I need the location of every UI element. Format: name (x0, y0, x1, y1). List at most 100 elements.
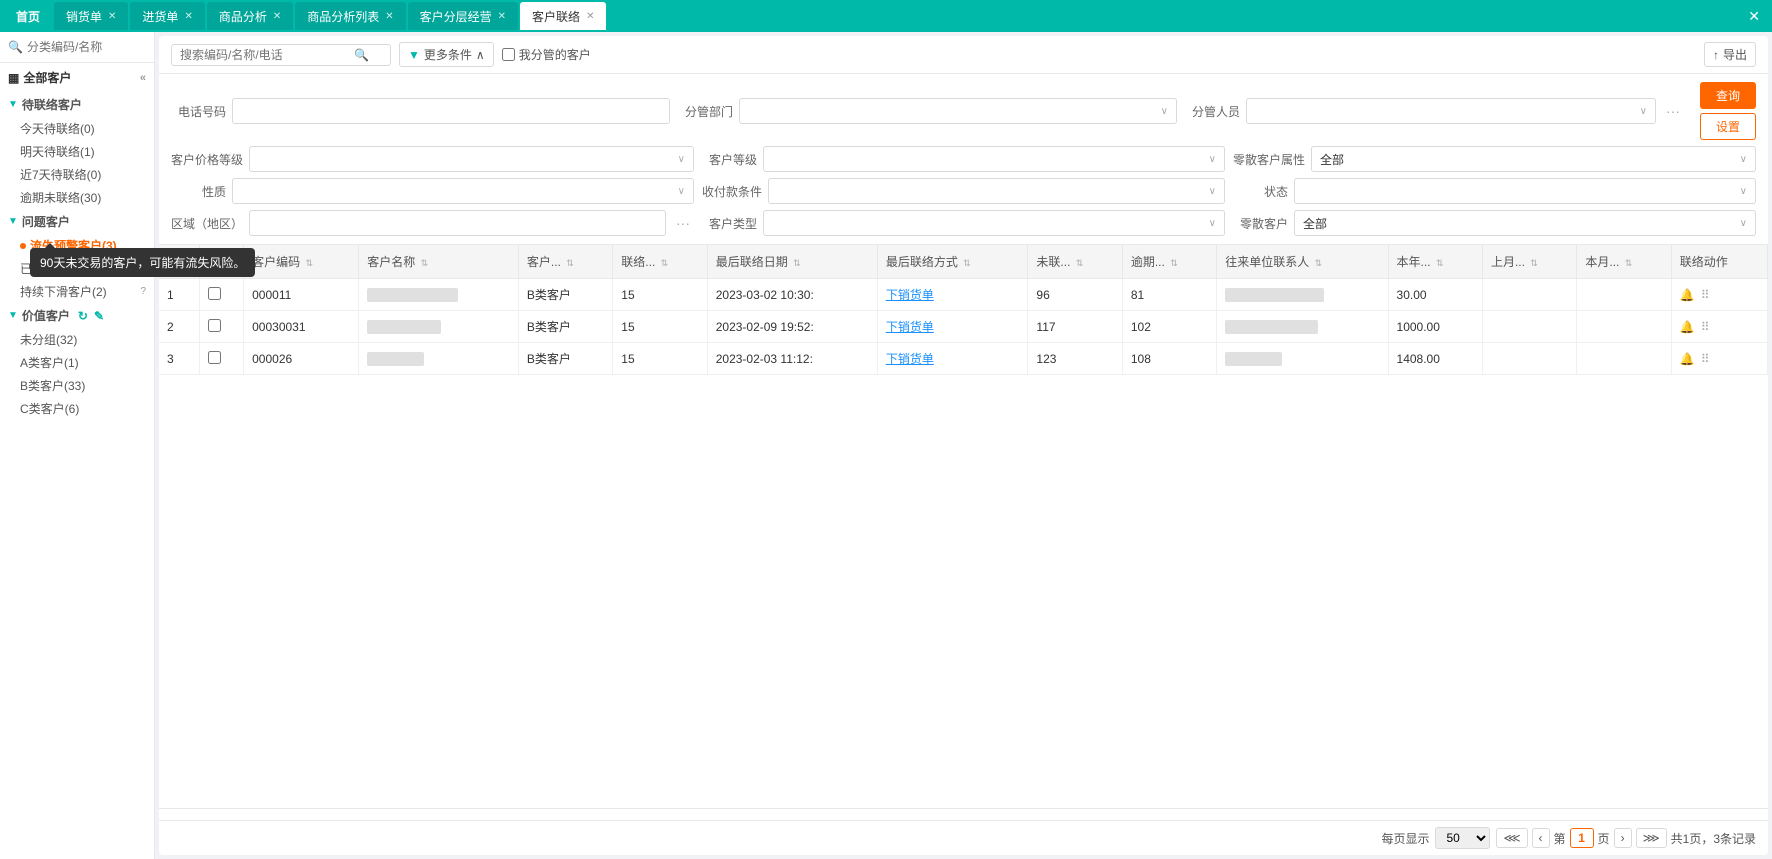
sidebar-section-pending[interactable]: ▼ 待联络客户 (0, 92, 154, 117)
filter-select-dept[interactable]: ∨ (739, 98, 1177, 124)
close-icon[interactable]: ✕ (498, 11, 506, 22)
filter-select-person[interactable]: ∨ (1246, 98, 1656, 124)
edit-icon[interactable]: ✎ (94, 309, 104, 323)
export-button[interactable]: ↑ 导出 (1704, 42, 1756, 67)
filter-select-price-level[interactable]: ∨ (249, 146, 694, 172)
row-no-contact: 123 (1028, 343, 1122, 375)
sidebar-search-input[interactable] (27, 40, 155, 54)
query-button[interactable]: 查询 (1700, 82, 1756, 109)
main-layout: 🔍 ▦ 全部客户 « ▼ 待联络客户 今天待联络(0) 明天待联络(1) 近7天… (0, 32, 1772, 859)
row-last-method[interactable]: 下销货单 (877, 343, 1028, 375)
more-action-icon[interactable]: ⠿ (1701, 288, 1710, 302)
row-action: 🔔 ⠿ (1671, 311, 1767, 343)
filter-select-retail[interactable]: 全部 ∨ (1294, 210, 1756, 236)
filter-select-status[interactable]: ∨ (1294, 178, 1756, 204)
sidebar-item-class-a[interactable]: A类客户(1) (0, 351, 154, 374)
row-name: ██ (359, 343, 519, 375)
close-icon[interactable]: ✕ (586, 11, 594, 22)
last-page-button[interactable]: ⋙ (1636, 828, 1667, 848)
window-close-button[interactable]: ✕ (1740, 8, 1768, 25)
sidebar-item-class-c[interactable]: C类客户(6) (0, 397, 154, 420)
sidebar-item-tomorrow[interactable]: 明天待联络(1) (0, 140, 154, 163)
row-select-checkbox[interactable] (208, 287, 221, 300)
help-icon[interactable]: ? (140, 286, 146, 297)
chevron-up-icon: ∧ (476, 48, 485, 62)
chevron-down-icon: ∨ (1161, 106, 1168, 117)
row-last-method[interactable]: 下销货单 (877, 279, 1028, 311)
filter-select-customer-type[interactable]: ∨ (763, 210, 1225, 236)
collapse-icon[interactable]: « (140, 72, 146, 84)
tab-product-analysis[interactable]: 商品分析 ✕ (207, 2, 293, 30)
th-contact-count[interactable]: 联络... ⇅ (613, 245, 707, 279)
close-icon[interactable]: ✕ (385, 11, 393, 22)
first-page-button[interactable]: ⋘ (1496, 828, 1527, 848)
sidebar-all-customers[interactable]: ▦ 全部客户 « (0, 63, 154, 92)
filter-retail-attr: 零散客户属性 全部 ∨ (1233, 146, 1756, 172)
sidebar-item-class-b[interactable]: B类客户(33) (0, 374, 154, 397)
prev-page-button[interactable]: ‹ (1532, 828, 1550, 848)
th-type[interactable]: 客户... ⇅ (518, 245, 612, 279)
row-last-method[interactable]: 下销货单 (877, 311, 1028, 343)
contact-icon[interactable]: 🔔 (1680, 320, 1695, 334)
row-select-checkbox[interactable] (208, 319, 221, 332)
sidebar-item-declining[interactable]: 持续下滑客户(2) ? (0, 280, 154, 303)
close-icon[interactable]: ✕ (273, 11, 281, 22)
filter-input-phone[interactable] (232, 98, 670, 124)
per-page-select[interactable]: 50 100 (1435, 827, 1490, 849)
row-select-checkbox[interactable] (208, 351, 221, 364)
th-overdue[interactable]: 逾期... ⇅ (1122, 245, 1216, 279)
my-customer-checkbox[interactable] (502, 48, 515, 61)
my-customer-wrap: 我分管的客户 (502, 46, 591, 63)
filter-nature: 性质 ∨ (171, 178, 694, 204)
more-action-icon[interactable]: ⠿ (1701, 320, 1710, 334)
tab-home[interactable]: 首页 (4, 2, 52, 30)
tab-sales-order[interactable]: 销货单 ✕ (54, 2, 128, 30)
sidebar-section-value[interactable]: ▼ 价值客户 ↻ ✎ (0, 303, 154, 328)
sidebar-section-problem[interactable]: ▼ 问题客户 (0, 209, 154, 234)
tab-customer-tier[interactable]: 客户分层经营 ✕ (408, 2, 518, 30)
th-last-date[interactable]: 最后联络日期 ⇅ (707, 245, 877, 279)
tab-purchase-order[interactable]: 进货单 ✕ (130, 2, 204, 30)
th-this-year[interactable]: 本年... ⇅ (1388, 245, 1482, 279)
row-code: 000026 (244, 343, 359, 375)
th-no-contact[interactable]: 未联... ⇅ (1028, 245, 1122, 279)
th-last-month[interactable]: 上月... ⇅ (1482, 245, 1576, 279)
more-button-region[interactable]: ··· (672, 215, 694, 231)
row-contact-person: ███ 107... (1217, 279, 1388, 311)
filter-select-customer-level[interactable]: ∨ (763, 146, 1225, 172)
tab-customer-contact[interactable]: 客户联络 ✕ (520, 2, 606, 30)
th-name[interactable]: 客户名称 ⇅ (359, 245, 519, 279)
filter-label-nature: 性质 (171, 183, 226, 200)
contact-icon[interactable]: 🔔 (1680, 288, 1695, 302)
search-icon[interactable]: 🔍 (354, 48, 369, 62)
more-conditions-button[interactable]: ▼ 更多条件 ∧ (399, 42, 494, 67)
row-this-year: 30.00 (1388, 279, 1482, 311)
refresh-icon[interactable]: ↻ (78, 309, 88, 323)
sidebar-item-7days[interactable]: 近7天待联络(0) (0, 163, 154, 186)
search-input[interactable] (180, 48, 350, 62)
action-buttons: 查询 设置 (1700, 82, 1756, 140)
tab-product-analysis-list[interactable]: 商品分析列表 ✕ (295, 2, 405, 30)
filter-select-payment[interactable]: ∨ (768, 178, 1225, 204)
setting-button[interactable]: 设置 (1700, 113, 1756, 140)
contact-icon[interactable]: 🔔 (1680, 352, 1695, 366)
filter-select-nature[interactable]: ∨ (232, 178, 694, 204)
th-code[interactable]: 客户编码 ⇅ (244, 245, 359, 279)
more-action-icon[interactable]: ⠿ (1701, 352, 1710, 366)
more-button[interactable]: ··· (1662, 103, 1684, 119)
horizontal-scrollbar[interactable] (159, 808, 1768, 820)
sidebar-item-today[interactable]: 今天待联络(0) (0, 117, 154, 140)
chevron-down-icon: ∨ (678, 186, 685, 197)
th-this-month[interactable]: 本月... ⇅ (1577, 245, 1671, 279)
filter-select-region[interactable] (249, 210, 666, 236)
close-icon[interactable]: ✕ (184, 11, 192, 22)
close-icon[interactable]: ✕ (108, 11, 116, 22)
th-contact-person[interactable]: 往来单位联系人 ⇅ (1217, 245, 1388, 279)
next-page-button[interactable]: › (1614, 828, 1632, 848)
sidebar-item-overdue[interactable]: 逾期未联络(30) (0, 186, 154, 209)
th-last-method[interactable]: 最后联络方式 ⇅ (877, 245, 1028, 279)
sidebar-item-ungroup[interactable]: 未分组(32) (0, 328, 154, 351)
sort-icon: ⇅ (1530, 258, 1538, 268)
sort-icon: ⇅ (1170, 258, 1178, 268)
filter-select-retail-attr[interactable]: 全部 ∨ (1311, 146, 1756, 172)
